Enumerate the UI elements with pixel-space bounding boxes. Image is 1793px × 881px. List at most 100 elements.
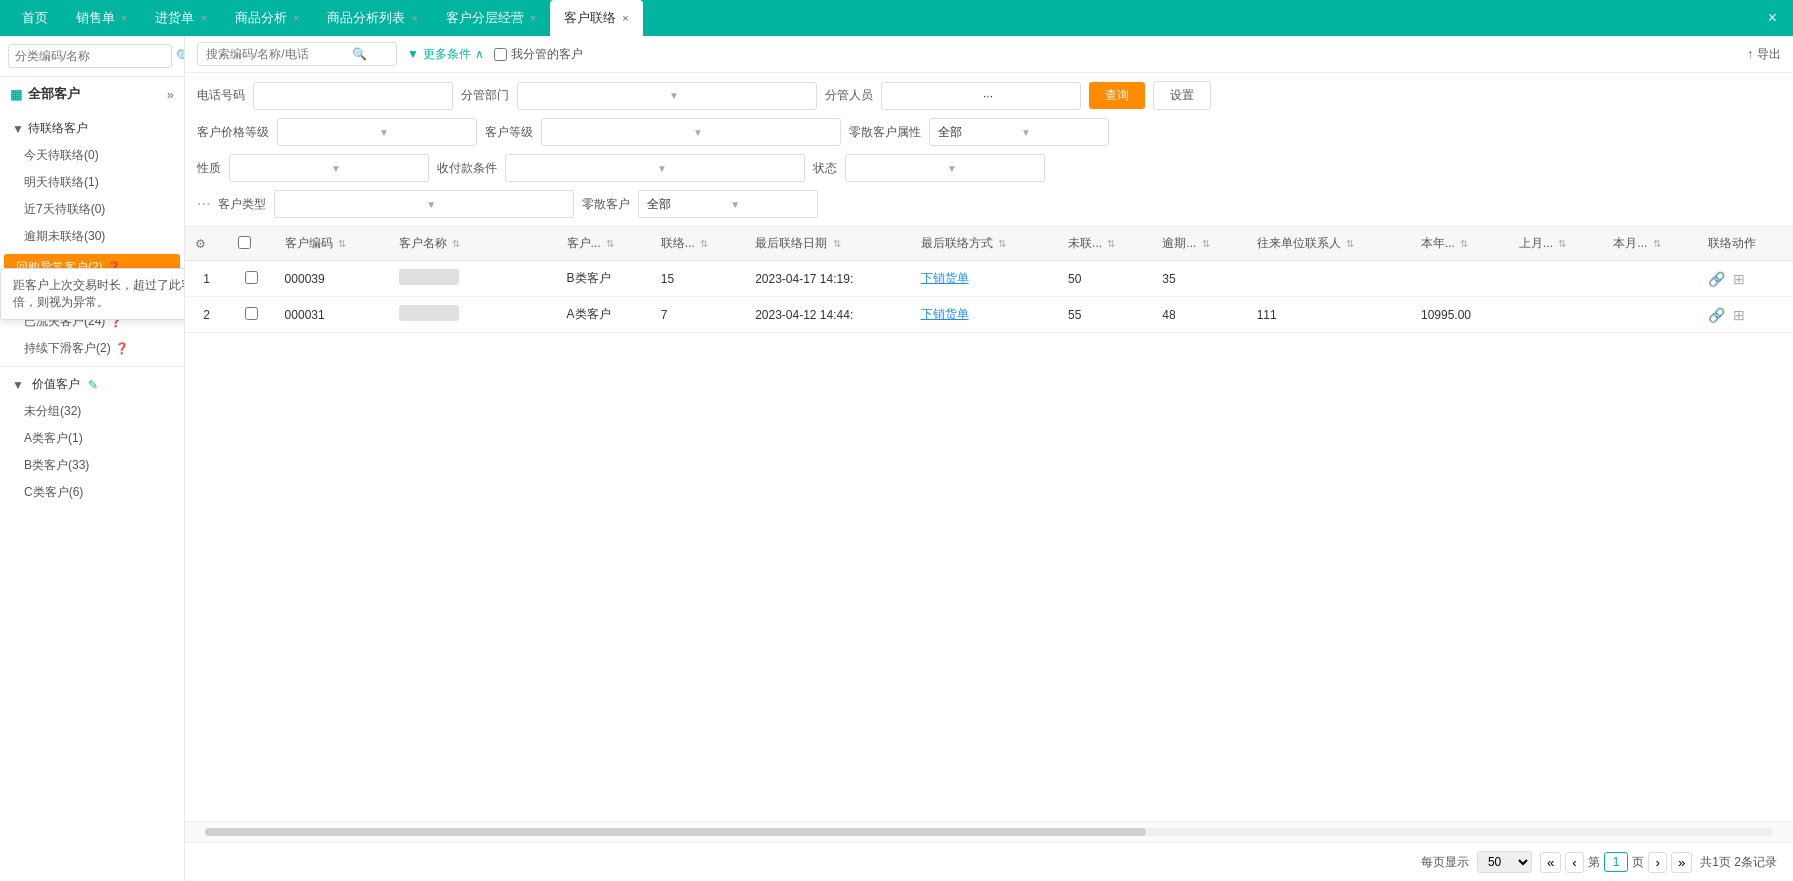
nav-sales-label: 销售单 <box>76 0 115 36</box>
col-last-date[interactable]: 最后联络日期 ⇅ <box>745 227 910 261</box>
pag-prev-button[interactable]: ‹ <box>1565 852 1583 873</box>
nav-item-sales[interactable]: 销售单 × <box>62 0 141 36</box>
col-last-method[interactable]: 最后联络方式 ⇅ <box>911 227 1059 261</box>
sidebar-item-unclassified[interactable]: 未分组(32) <box>0 398 184 425</box>
sidebar-item-declining[interactable]: 持续下滑客户(2) ❓ <box>0 335 184 362</box>
filter-search-input[interactable] <box>206 47 346 61</box>
row4-dots[interactable]: ··· <box>197 195 210 213</box>
select-all-checkbox[interactable] <box>238 236 251 249</box>
nav-purchase-close[interactable]: × <box>200 0 206 36</box>
row1-link-icon[interactable]: 🔗 <box>1708 271 1725 287</box>
lm-sort-icon: ⇅ <box>1558 238 1566 249</box>
retail-cust-label: 零散客户 <box>582 196 630 213</box>
nav-item-customer-tier[interactable]: 客户分层经营 × <box>432 0 550 36</box>
filter-my-customers[interactable]: 我分管的客户 <box>494 46 583 63</box>
cust-type-label: 客户类型 <box>218 196 266 213</box>
col-type[interactable]: 客户... ⇅ <box>557 227 651 261</box>
cust-type-select[interactable]: ▼ <box>274 190 574 218</box>
nav-item-home[interactable]: 首页 <box>8 0 62 36</box>
sidebar-search-input[interactable] <box>8 44 172 68</box>
query-button[interactable]: 查询 <box>1089 82 1145 109</box>
col-settings[interactable]: ⚙ <box>185 227 228 261</box>
row2-type: A类客户 <box>557 297 651 333</box>
payment-select[interactable]: ▼ <box>505 154 805 182</box>
col-code[interactable]: 客户编码 ⇅ <box>275 227 389 261</box>
export-button[interactable]: ↑ 导出 <box>1747 46 1781 63</box>
dept-select[interactable]: ▼ <box>517 82 817 110</box>
col-last-month[interactable]: 上月... ⇅ <box>1509 227 1603 261</box>
row2-last-method[interactable]: 下销货单 <box>911 297 1059 333</box>
my-customers-checkbox[interactable] <box>494 48 507 61</box>
sidebar-item-c-class[interactable]: C类客户(6) <box>0 479 184 506</box>
sidebar-item-b-class[interactable]: B类客户(33) <box>0 452 184 479</box>
pag-last-button[interactable]: » <box>1671 852 1692 873</box>
nav-analysis-close[interactable]: × <box>293 0 299 36</box>
sidebar-value-group-title[interactable]: ▼ 价值客户 ✎ <box>0 371 184 398</box>
retail-cust-select[interactable]: 全部 ▼ <box>638 190 818 218</box>
row1-type: B类客户 <box>557 261 651 297</box>
edit-icon[interactable]: ✎ <box>88 378 98 392</box>
pag-next-button[interactable]: › <box>1648 852 1666 873</box>
col-overdue[interactable]: 逾期... ⇅ <box>1152 227 1246 261</box>
filter-more-conditions[interactable]: ▼ 更多条件 ∧ <box>407 46 484 63</box>
col-this-year[interactable]: 本年... ⇅ <box>1411 227 1509 261</box>
row1-overdue: 35 <box>1152 261 1246 297</box>
col-contact-person[interactable]: 往来单位联系人 ⇅ <box>1247 227 1411 261</box>
price-grade-select[interactable]: ▼ <box>277 118 477 146</box>
row1-this-month <box>1603 261 1697 297</box>
cust-grade-select[interactable]: ▼ <box>541 118 841 146</box>
sidebar-item-7days[interactable]: 近7天待联络(0) <box>0 196 184 223</box>
nav-item-analysis[interactable]: 商品分析 × <box>221 0 313 36</box>
sidebar-item-a-class[interactable]: A类客户(1) <box>0 425 184 452</box>
filter-search-box: 🔍 <box>197 42 397 66</box>
row2-checkbox[interactable] <box>245 307 258 320</box>
table-row: 1 000039 B类客户 15 2023-04-17 14:19: 下销货单 … <box>185 261 1793 297</box>
nav-item-purchase[interactable]: 进货单 × <box>141 0 220 36</box>
filter-search-icon[interactable]: 🔍 <box>352 47 367 61</box>
row1-grid-icon[interactable]: ⊞ <box>1733 271 1745 287</box>
nav-close-button[interactable]: × <box>1760 9 1785 27</box>
nav-analysis-list-close[interactable]: × <box>411 0 417 36</box>
per-page-select[interactable]: 50 20 100 <box>1477 851 1532 873</box>
row2-grid-icon[interactable]: ⊞ <box>1733 307 1745 323</box>
main-layout: 🔍 ▦ 全部客户 » ▼ 待联络客户 今天待联络(0) 明天待联络(1) 近7天… <box>0 36 1793 881</box>
dept-chev: ▼ <box>669 90 808 101</box>
collapse-icon[interactable]: » <box>167 87 174 102</box>
settings-button[interactable]: 设置 <box>1153 81 1211 110</box>
col-this-month[interactable]: 本月... ⇅ <box>1603 227 1697 261</box>
row1-index: 1 <box>185 261 228 297</box>
status-label: 状态 <box>813 160 837 177</box>
sidebar-item-today[interactable]: 今天待联络(0) <box>0 142 184 169</box>
pagination-nav: « ‹ 第 1 页 › » <box>1540 852 1692 873</box>
row1-checkbox[interactable] <box>245 271 258 284</box>
row1-contact: 15 <box>651 261 745 297</box>
status-select[interactable]: ▼ <box>845 154 1045 182</box>
table-row: 2 000031 A类客户 7 2023-04-12 14:44: 下销货单 5… <box>185 297 1793 333</box>
sidebar-search-icon[interactable]: 🔍 <box>176 49 185 63</box>
row2-link-icon[interactable]: 🔗 <box>1708 307 1725 323</box>
nav-customer-tier-close[interactable]: × <box>530 0 536 36</box>
nav-item-customer-contact[interactable]: 客户联络 × <box>550 0 642 36</box>
person-select[interactable]: ··· <box>881 82 1081 110</box>
phone-input-field[interactable] <box>253 82 453 110</box>
pag-first-button[interactable]: « <box>1540 852 1561 873</box>
nature-select[interactable]: ▼ <box>229 154 429 182</box>
question-icon-4: ❓ <box>115 342 129 355</box>
retail-attr-select[interactable]: 全部 ▼ <box>929 118 1109 146</box>
person-dots[interactable]: ··· <box>983 89 1072 103</box>
nav-sales-close[interactable]: × <box>121 0 127 36</box>
sidebar-all-customers[interactable]: ▦ 全部客户 » <box>0 77 184 111</box>
col-name[interactable]: 客户名称 ⇅ <box>389 227 557 261</box>
nature-label: 性质 <box>197 160 221 177</box>
col-uncontacted[interactable]: 未联... ⇅ <box>1058 227 1152 261</box>
sidebar-item-overdue[interactable]: 逾期未联络(30) <box>0 223 184 250</box>
nav-customer-contact-close[interactable]: × <box>622 0 628 36</box>
nav-item-analysis-list[interactable]: 商品分析列表 × <box>313 0 431 36</box>
col-contact[interactable]: 联络... ⇅ <box>651 227 745 261</box>
sidebar-group-pending-title[interactable]: ▼ 待联络客户 <box>0 115 184 142</box>
settings-icon[interactable]: ⚙ <box>195 237 206 251</box>
row1-last-method[interactable]: 下销货单 <box>911 261 1059 297</box>
row2-code: 000031 <box>275 297 389 333</box>
sidebar-item-tomorrow[interactable]: 明天待联络(1) <box>0 169 184 196</box>
tooltip-box: 距客户上次交易时长，超过了此客户的平均交易周期的1.5倍，则视为异常。 <box>0 268 185 320</box>
